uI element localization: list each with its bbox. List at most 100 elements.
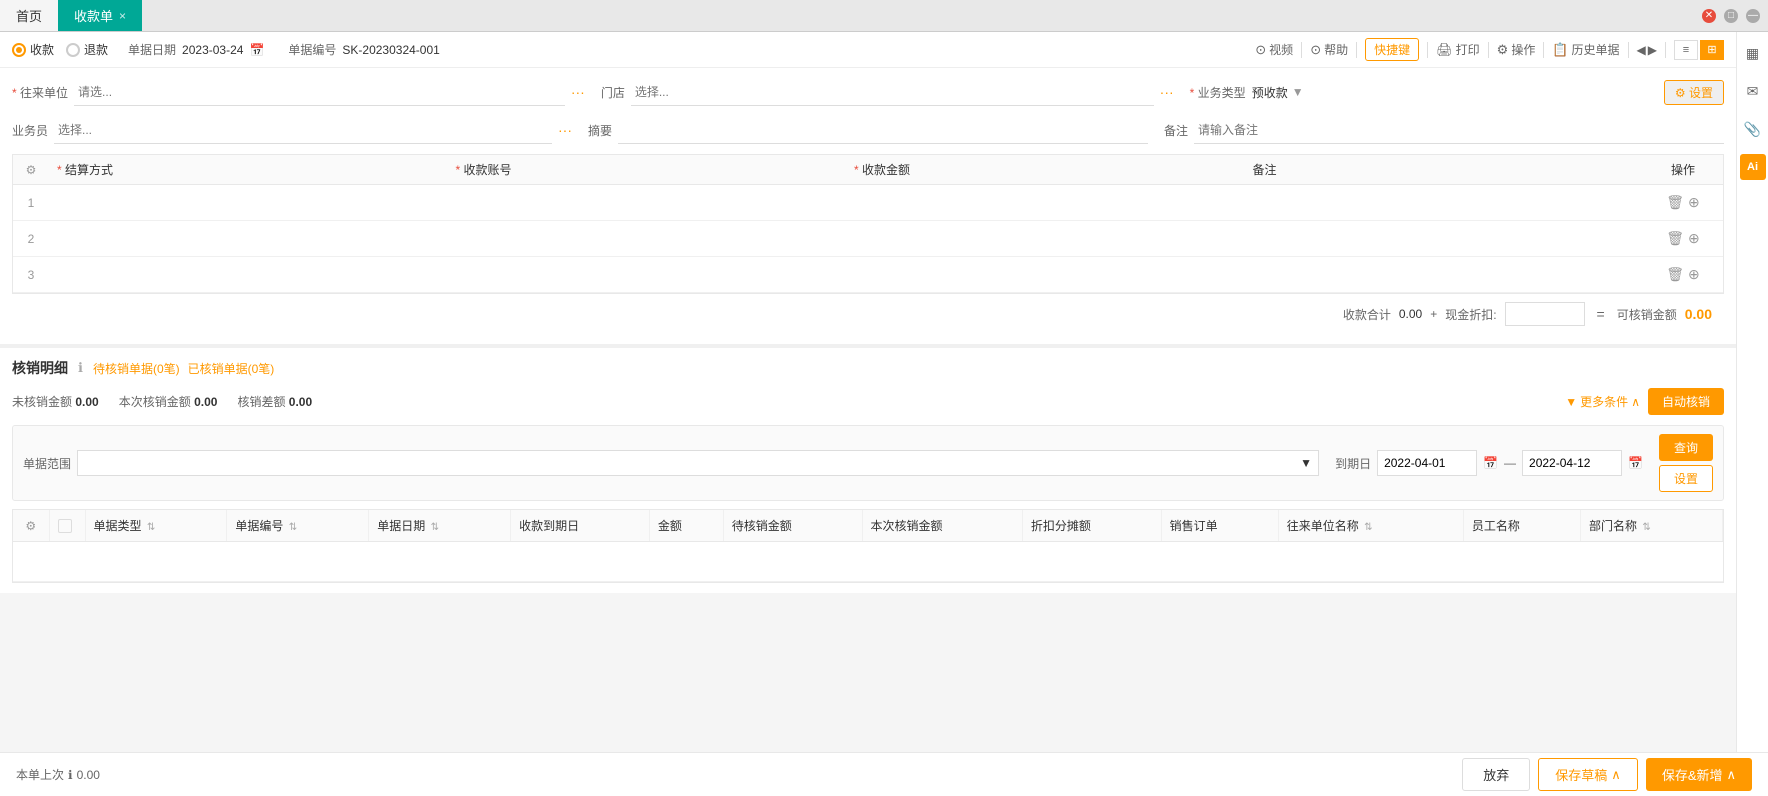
- sidebar-camera-icon[interactable]: Ai: [1740, 154, 1766, 180]
- row-2-settle[interactable]: [49, 221, 448, 257]
- summary-input[interactable]: [618, 116, 1148, 144]
- salesman-input[interactable]: [54, 116, 552, 144]
- window-minimize-btn[interactable]: —: [1746, 9, 1760, 23]
- row-3-remark-input[interactable]: [1245, 257, 1644, 292]
- partner-input[interactable]: [74, 78, 565, 106]
- col-action-label: 操作: [1671, 163, 1695, 177]
- store-more-icon[interactable]: ···: [1160, 84, 1174, 100]
- select-all-checkbox[interactable]: [58, 519, 72, 533]
- view-list-btn[interactable]: ≡: [1674, 40, 1698, 60]
- radio-receive[interactable]: 收款: [12, 41, 54, 58]
- view-grid-btn[interactable]: ⊞: [1700, 40, 1724, 60]
- row-3-num: 3: [13, 257, 49, 293]
- operation-btn[interactable]: ⚙ 操作: [1497, 41, 1536, 58]
- row-1-remark-input[interactable]: [1245, 185, 1644, 220]
- done-tab[interactable]: 已核销单据(0笔): [188, 360, 275, 377]
- row-1-delete-icon[interactable]: 🗑: [1666, 194, 1684, 211]
- from-calendar-icon[interactable]: 📅: [1483, 456, 1498, 470]
- from-date-input[interactable]: [1377, 450, 1477, 476]
- row-3-copy-icon[interactable]: ⊕: [1688, 266, 1700, 283]
- more-conditions-btn[interactable]: ▼ 更多条件 ∧: [1565, 393, 1640, 410]
- sidebar-table-icon[interactable]: ▦: [1740, 40, 1766, 66]
- tab-receipt[interactable]: 收款单 ×: [58, 0, 142, 31]
- to-calendar-icon[interactable]: 📅: [1628, 456, 1643, 470]
- shortcut-btn[interactable]: 快捷键: [1365, 38, 1419, 61]
- save-draft-btn[interactable]: 保存草稿 ∧: [1538, 758, 1638, 791]
- radio-refund-label: 退款: [84, 41, 108, 58]
- verification-settings-btn[interactable]: 设置: [1659, 465, 1713, 492]
- data-table-settings-icon[interactable]: ⚙: [25, 519, 36, 533]
- row-1-settle[interactable]: [49, 185, 448, 221]
- to-date-input[interactable]: [1522, 450, 1622, 476]
- row-3-settle-input[interactable]: [49, 257, 448, 292]
- save-new-btn[interactable]: 保存&新增 ∧: [1646, 758, 1752, 791]
- query-btn[interactable]: 查询: [1659, 434, 1713, 461]
- row-3-settle[interactable]: [49, 257, 448, 293]
- table-settings-icon[interactable]: ⚙: [26, 163, 37, 177]
- store-input[interactable]: [631, 78, 1154, 106]
- verification-info-icon[interactable]: ℹ: [78, 360, 83, 376]
- row-2-remark[interactable]: [1245, 221, 1644, 257]
- row-2-remark-input[interactable]: [1245, 221, 1644, 256]
- row-2-settle-input[interactable]: [49, 221, 448, 256]
- row-1-settle-input[interactable]: [49, 185, 448, 220]
- tab-home[interactable]: 首页: [0, 0, 58, 31]
- print-icon: 🖨: [1436, 42, 1453, 58]
- radio-refund[interactable]: 退款: [66, 41, 108, 58]
- row-2-account-input[interactable]: [448, 221, 847, 256]
- nav-prev-btn[interactable]: ◀: [1637, 43, 1646, 57]
- salesman-field: 业务员 ···: [12, 116, 572, 144]
- range-select[interactable]: ▼: [77, 450, 1319, 476]
- remark-input[interactable]: [1194, 116, 1724, 144]
- col-type-header[interactable]: 单据类型 ⇅: [85, 510, 227, 542]
- col-partner-header[interactable]: 往来单位名称 ⇅: [1278, 510, 1463, 542]
- partner-more-icon[interactable]: ···: [571, 84, 585, 100]
- window-close-btn[interactable]: ✕: [1702, 9, 1716, 23]
- row-1-account-input[interactable]: [448, 185, 847, 220]
- auto-verify-btn[interactable]: 自动核销: [1648, 388, 1724, 415]
- row-1-account[interactable]: [448, 185, 847, 221]
- row-1-remark[interactable]: [1245, 185, 1644, 221]
- history-btn[interactable]: 📋 历史单据: [1552, 41, 1619, 58]
- row-3-amount[interactable]: [846, 257, 1245, 293]
- operation-label: 操作: [1511, 41, 1535, 58]
- row-2-amount[interactable]: [846, 221, 1245, 257]
- row-2-copy-icon[interactable]: ⊕: [1688, 230, 1700, 247]
- discount-input[interactable]: [1505, 302, 1585, 326]
- print-btn[interactable]: 🖨 打印: [1436, 41, 1480, 58]
- row-1-copy-icon[interactable]: ⊕: [1688, 194, 1700, 211]
- divider-4: [1488, 42, 1489, 58]
- row-3-amount-input[interactable]: [846, 257, 1245, 292]
- salesman-more-icon[interactable]: ···: [558, 122, 572, 138]
- help-btn[interactable]: ⊙ 帮助: [1310, 41, 1348, 58]
- col-number-header[interactable]: 单据编号 ⇅: [227, 510, 369, 542]
- form-settings-btn[interactable]: ⚙ 设置: [1664, 80, 1724, 105]
- row-3-remark[interactable]: [1245, 257, 1644, 293]
- date-calendar-icon[interactable]: 📅: [249, 43, 264, 57]
- row-3-delete-icon[interactable]: 🗑: [1666, 266, 1684, 283]
- col-amount-header[interactable]: 收款金额: [846, 155, 1245, 185]
- sidebar-mail-icon[interactable]: ✉: [1740, 78, 1766, 104]
- row-3-account-input[interactable]: [448, 257, 847, 292]
- diff-label: 核销差额 0.00: [237, 393, 312, 410]
- row-3-account[interactable]: [448, 257, 847, 293]
- row-1-amount[interactable]: [846, 185, 1245, 221]
- pending-tab[interactable]: 待核销单据(0笔): [93, 360, 180, 377]
- col-date-header[interactable]: 单据日期 ⇅: [369, 510, 511, 542]
- row-2-delete-icon[interactable]: 🗑: [1666, 230, 1684, 247]
- tab-close-icon[interactable]: ×: [119, 9, 126, 23]
- window-maximize-btn[interactable]: □: [1724, 9, 1738, 23]
- row-2-account[interactable]: [448, 221, 847, 257]
- col-dept-header[interactable]: 部门名称 ⇅: [1581, 510, 1723, 542]
- business-type-select[interactable]: 预收款 ▼: [1252, 84, 1304, 101]
- video-btn[interactable]: ⊙ 视频: [1255, 41, 1293, 58]
- bottom-info-icon[interactable]: ℹ: [68, 768, 73, 782]
- discard-btn[interactable]: 放弃: [1462, 758, 1530, 791]
- sidebar-clip-icon[interactable]: 📎: [1740, 116, 1766, 142]
- nav-next-btn[interactable]: ▶: [1648, 43, 1657, 57]
- row-1-amount-input[interactable]: [846, 185, 1245, 220]
- col-select-all-header[interactable]: [49, 510, 85, 542]
- col-account-header[interactable]: 收款账号: [448, 155, 847, 185]
- col-settle-header[interactable]: 结算方式: [49, 155, 448, 185]
- row-2-amount-input[interactable]: [846, 221, 1245, 256]
